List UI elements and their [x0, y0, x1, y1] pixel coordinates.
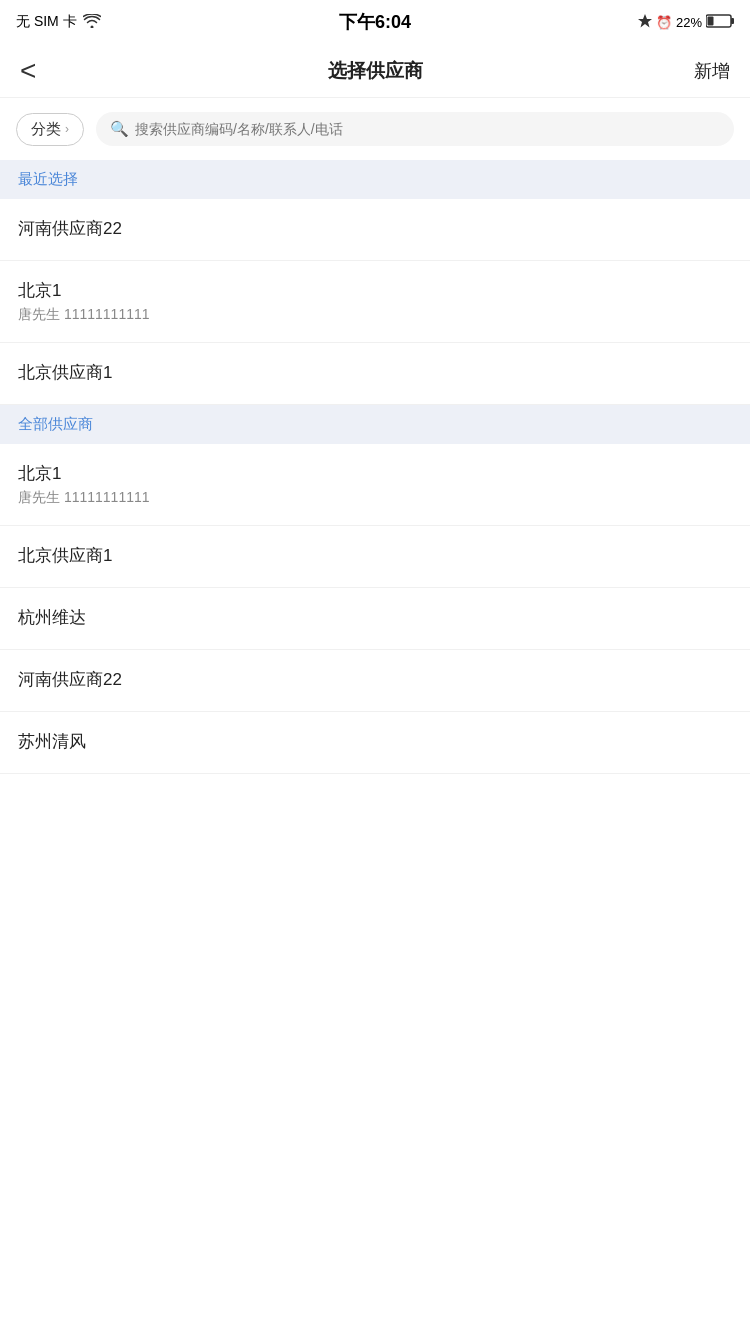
all-section-header: 全部供应商	[0, 405, 750, 444]
search-input[interactable]	[135, 121, 720, 137]
recent-section-header: 最近选择	[0, 160, 750, 199]
category-label: 分类	[31, 120, 61, 139]
item-sub: 唐先生 11111111111	[18, 306, 732, 324]
list-item[interactable]: 北京1 唐先生 11111111111	[0, 444, 750, 526]
list-item[interactable]: 北京供应商1	[0, 343, 750, 405]
status-right: ⏰ 22%	[638, 14, 734, 31]
item-sub: 唐先生 11111111111	[18, 489, 732, 507]
svg-rect-1	[708, 16, 714, 25]
status-bar: 无 SIM 卡 下午6:04 ⏰ 22%	[0, 0, 750, 44]
chevron-right-icon: ›	[65, 122, 69, 136]
item-name: 苏州清风	[18, 730, 732, 753]
location-icon	[638, 14, 652, 31]
page-title: 选择供应商	[328, 58, 423, 84]
search-bar: 分类 › 🔍	[0, 98, 750, 160]
back-icon: <	[20, 55, 36, 86]
item-name: 北京供应商1	[18, 544, 732, 567]
all-list: 北京1 唐先生 11111111111 北京供应商1 杭州维达河南供应商22 苏州清风	[0, 444, 750, 774]
category-button[interactable]: 分类 ›	[16, 113, 84, 146]
item-name: 河南供应商22	[18, 668, 732, 691]
item-name: 北京1	[18, 279, 732, 302]
list-item[interactable]: 杭州维达	[0, 588, 750, 650]
alarm-icon: ⏰	[656, 15, 672, 30]
item-name: 北京1	[18, 462, 732, 485]
search-input-wrap[interactable]: 🔍	[96, 112, 734, 146]
item-name: 杭州维达	[18, 606, 732, 629]
item-name: 河南供应商22	[18, 217, 732, 240]
search-icon: 🔍	[110, 120, 129, 138]
nav-bar: < 选择供应商 新增	[0, 44, 750, 98]
no-sim-text: 无 SIM 卡	[16, 13, 77, 31]
list-item[interactable]: 河南供应商22	[0, 650, 750, 712]
status-time: 下午6:04	[339, 10, 411, 34]
add-button[interactable]: 新增	[694, 59, 730, 83]
list-item[interactable]: 北京1 唐先生 11111111111	[0, 261, 750, 343]
back-button[interactable]: <	[20, 51, 44, 91]
item-name: 北京供应商1	[18, 361, 732, 384]
list-item[interactable]: 苏州清风	[0, 712, 750, 774]
battery-text: 22%	[676, 15, 702, 30]
wifi-icon	[83, 14, 101, 31]
list-item[interactable]: 北京供应商1	[0, 526, 750, 588]
status-left: 无 SIM 卡	[16, 13, 101, 31]
list-item[interactable]: 河南供应商22	[0, 199, 750, 261]
svg-rect-2	[731, 18, 734, 24]
battery-icon	[706, 14, 734, 31]
recent-list: 河南供应商22 北京1 唐先生 11111111111 北京供应商1	[0, 199, 750, 405]
